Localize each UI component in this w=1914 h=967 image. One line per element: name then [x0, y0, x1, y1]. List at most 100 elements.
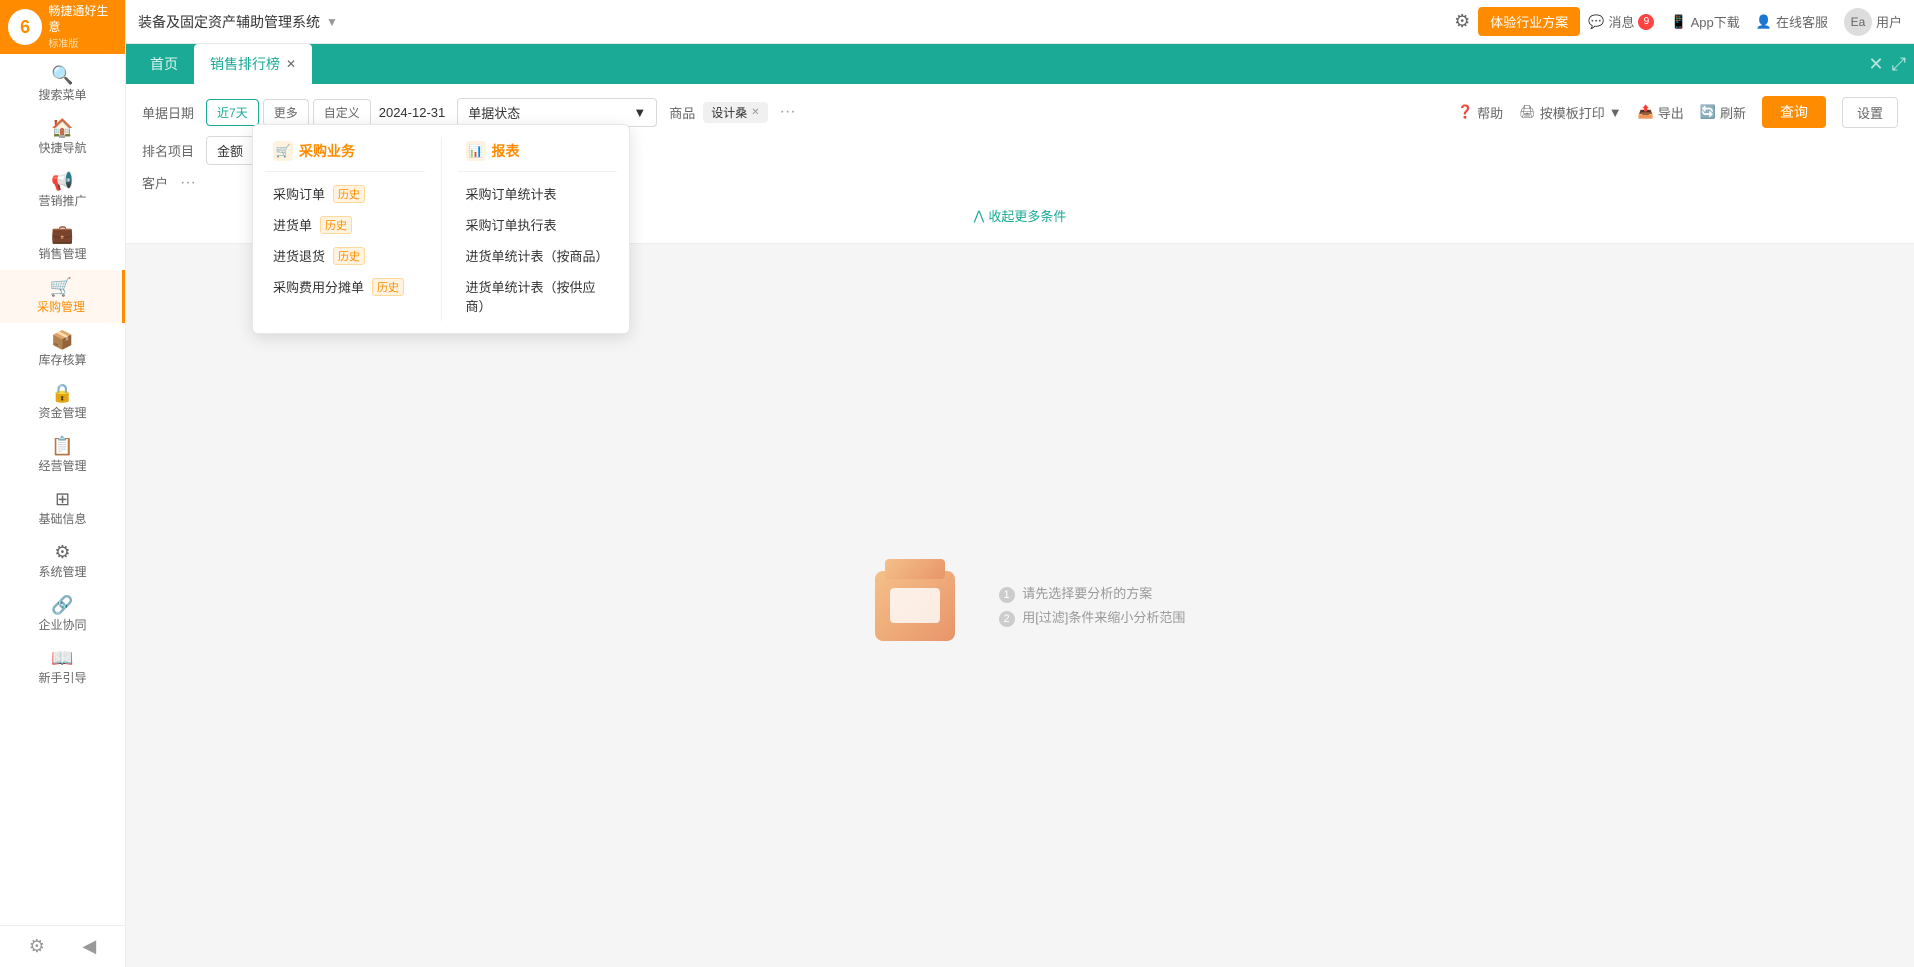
empty-screen: [890, 588, 940, 623]
sidebar-label-finance: 资金管理: [38, 404, 86, 421]
empty-content: 1 请先选择要分析的方案 2 用[过滤]条件来缩小分析范围: [855, 556, 1186, 656]
sidebar-item-inventory[interactable]: 📦 库存核算: [0, 323, 125, 376]
history-tag-1: 历史: [320, 216, 352, 234]
export-icon: 📤: [1638, 104, 1654, 120]
dropdown-goods-return[interactable]: 进货退货 历史: [265, 240, 425, 271]
enterprise-icon: 🔗: [51, 596, 73, 614]
dropdown-goods-receipt[interactable]: 进货单 历史: [265, 209, 425, 240]
bill-status-select[interactable]: 单据状态 ▼: [457, 98, 657, 127]
sidebar-item-purchase[interactable]: 🛒 采购管理: [0, 270, 125, 323]
empty-hint-2: 2 用[过滤]条件来缩小分析范围: [999, 606, 1186, 629]
settings-button[interactable]: 设置: [1842, 97, 1898, 128]
refresh-label: 刷新: [1720, 103, 1746, 122]
tabbar-expand-btn[interactable]: ⤢: [1892, 54, 1906, 75]
collapse-label: 收起更多条件: [988, 206, 1066, 225]
date-preset-7days[interactable]: 近7天: [206, 99, 259, 126]
print-label: 按模板打印: [1540, 103, 1605, 122]
customer-label: 客户: [142, 173, 168, 192]
tabbar: 首页 销售排行榜 ✕ ✕ ⤢: [126, 44, 1914, 84]
help-icon: ❓: [1457, 104, 1473, 120]
sidebar-item-enterprise[interactable]: 🔗 企业协同: [0, 588, 125, 641]
industry-button[interactable]: 体验行业方案: [1478, 7, 1580, 36]
print-dropdown[interactable]: ▼: [1609, 105, 1622, 120]
sidebar-label-marketing: 营销推广: [38, 192, 86, 209]
sidebar-settings-btn[interactable]: ⚙: [29, 936, 45, 957]
refresh-btn[interactable]: 🔄 刷新: [1700, 103, 1746, 122]
empty-hint-1: 1 请先选择要分析的方案: [999, 582, 1186, 605]
sidebar-label-quick: 快捷导航: [38, 139, 86, 156]
date-filter: 近7天 更多 自定义 2024-12-31: [206, 99, 445, 126]
empty-illustration: [855, 556, 975, 656]
tab-home[interactable]: 首页: [134, 44, 194, 84]
dropdown-receipt-stats-goods[interactable]: 进货单统计表（按商品）: [458, 240, 618, 271]
app-download-action[interactable]: 📱 App下载: [1670, 12, 1739, 31]
home-icon: 🏠: [51, 119, 73, 137]
operations-icon: 📋: [51, 437, 73, 455]
title-dropdown-arrow[interactable]: ▼: [326, 15, 338, 29]
sidebar-label-search: 搜索菜单: [38, 86, 86, 103]
sidebar-item-basic[interactable]: ⊞ 基础信息: [0, 482, 125, 535]
print-btn[interactable]: 🖨 按模板打印 ▼: [1519, 103, 1621, 122]
sidebar-item-operations[interactable]: 📋 经营管理: [0, 429, 125, 482]
date-preset-more[interactable]: 更多: [263, 99, 309, 126]
sidebar-label-sales: 销售管理: [38, 245, 86, 262]
search-icon: 🔍: [51, 66, 73, 84]
user-action[interactable]: Ea 用户: [1844, 8, 1902, 36]
sidebar-label-enterprise: 企业协同: [38, 616, 86, 633]
purchase-col-header: 🛒 采购业务: [265, 137, 425, 172]
message-icon: 💬: [1588, 14, 1604, 30]
sidebar-label-system: 系统管理: [38, 563, 86, 580]
dropdown-purchase-order[interactable]: 采购订单 历史: [265, 178, 425, 209]
purchase-col-label: 采购业务: [299, 141, 355, 161]
topbar-gear-icon[interactable]: ⚙: [1454, 11, 1470, 32]
ranking-label: 排名项目: [142, 141, 194, 160]
content-area: 单据日期 近7天 更多 自定义 2024-12-31 单据状态 ▼ 商品 设计桑…: [126, 84, 1914, 967]
tab-home-label: 首页: [150, 54, 178, 74]
dropdown-purchase-expense[interactable]: 采购费用分摊单 历史: [265, 271, 425, 302]
logo-icon: 6: [8, 9, 42, 45]
goods-tag-remove[interactable]: ✕: [751, 107, 759, 118]
main: 装备及固定资产辅助管理系统 ▼ ⚙ 体验行业方案 💬 消息 9 📱 App下载 …: [126, 0, 1914, 967]
sidebar-item-finance[interactable]: 🔒 资金管理: [0, 376, 125, 429]
help-label: 帮助: [1477, 103, 1503, 122]
tab-close-icon[interactable]: ✕: [286, 57, 296, 71]
goods-filter: 商品 设计桑 ✕: [669, 102, 767, 123]
history-tag-2: 历史: [333, 247, 365, 265]
sidebar-collapse-btn[interactable]: ◀: [82, 936, 96, 957]
logo-name: 畅捷通好生意: [48, 4, 117, 35]
sidebar-item-search[interactable]: 🔍 搜索菜单: [0, 58, 125, 111]
date-preset-custom[interactable]: 自定义: [313, 99, 371, 126]
tab-sales-ranking-label: 销售排行榜: [210, 54, 280, 74]
purchase-col-icon: 🛒: [273, 141, 293, 161]
collapse-icon: ⋀: [974, 208, 985, 224]
dropdown-order-exec[interactable]: 采购订单执行表: [458, 209, 618, 240]
sidebar-item-quick[interactable]: 🏠 快捷导航: [0, 111, 125, 164]
sidebar-item-marketing[interactable]: 📢 营销推广: [0, 164, 125, 217]
empty-box: [875, 571, 955, 641]
dropdown-order-stats[interactable]: 采购订单统计表: [458, 178, 618, 209]
app-label: App下载: [1691, 12, 1740, 31]
customer-more-btn[interactable]: ···: [180, 174, 196, 192]
sidebar-item-guide[interactable]: 📖 新手引导: [0, 641, 125, 694]
online-service-action[interactable]: 👤 在线客服: [1756, 12, 1828, 31]
query-button[interactable]: 查询: [1762, 96, 1826, 128]
dropdown-receipt-stats-supplier[interactable]: 进货单统计表（按供应商）: [458, 271, 618, 321]
topbar: 装备及固定资产辅助管理系统 ▼ ⚙ 体验行业方案 💬 消息 9 📱 App下载 …: [126, 0, 1914, 44]
tab-sales-ranking[interactable]: 销售排行榜 ✕: [194, 44, 312, 84]
inventory-icon: 📦: [51, 331, 73, 349]
logo-tag: 标准版: [48, 35, 117, 50]
purchase-icon: 🛒: [50, 278, 72, 296]
message-action[interactable]: 💬 消息 9: [1588, 12, 1654, 31]
help-btn[interactable]: ❓ 帮助: [1457, 103, 1503, 122]
tabbar-close-btn[interactable]: ✕: [1869, 54, 1884, 75]
date-label: 单据日期: [142, 103, 194, 122]
avatar-initials: Ea: [1851, 15, 1866, 29]
export-btn[interactable]: 📤 导出: [1638, 103, 1684, 122]
system-icon: ⚙: [54, 543, 70, 561]
empty-state: 1 请先选择要分析的方案 2 用[过滤]条件来缩小分析范围: [126, 244, 1914, 967]
sidebar-label-basic: 基础信息: [38, 510, 86, 527]
goods-tag: 设计桑 ✕: [703, 102, 767, 123]
sidebar-item-system[interactable]: ⚙ 系统管理: [0, 535, 125, 588]
goods-more-btn[interactable]: ···: [780, 103, 796, 121]
sidebar-item-sales[interactable]: 💼 销售管理: [0, 217, 125, 270]
